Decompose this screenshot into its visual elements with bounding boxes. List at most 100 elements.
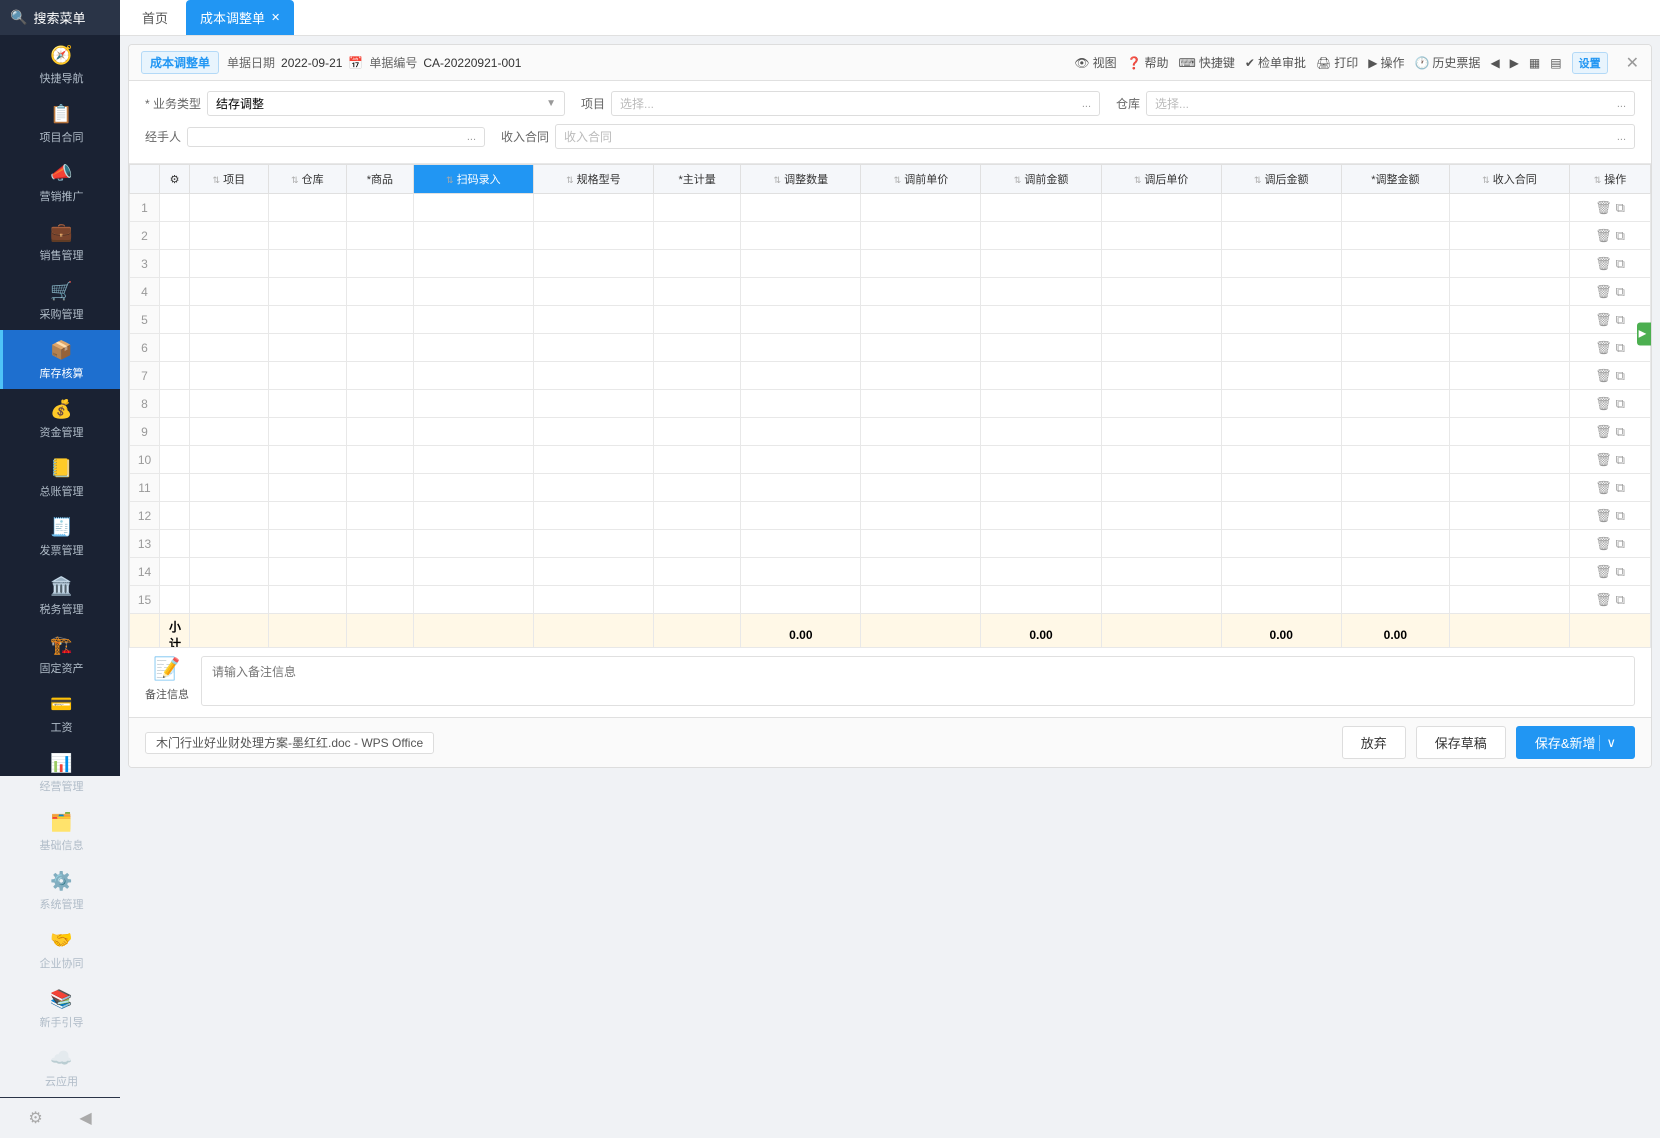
sidebar-item-invoice[interactable]: 🧾发票管理 bbox=[0, 507, 120, 566]
delete-icon[interactable]: 🗑 bbox=[1595, 396, 1612, 412]
cell-unit[interactable] bbox=[653, 250, 740, 278]
cell-prev_price[interactable] bbox=[861, 530, 981, 558]
cell-project[interactable] bbox=[190, 446, 269, 474]
cell-prev_price[interactable] bbox=[861, 446, 981, 474]
copy-icon[interactable]: ⧉ bbox=[1616, 368, 1625, 384]
cell-project[interactable] bbox=[190, 194, 269, 222]
cell-prev_amount[interactable] bbox=[981, 362, 1101, 390]
delete-icon[interactable]: 🗑 bbox=[1595, 592, 1612, 608]
cell-settings[interactable] bbox=[160, 250, 190, 278]
warehouse-field[interactable]: 选择... ... bbox=[1146, 91, 1635, 116]
income-contract-field[interactable]: 收入合同 ... bbox=[555, 124, 1635, 149]
cell-spec[interactable] bbox=[533, 418, 653, 446]
action-print[interactable]: 🖨打印 bbox=[1316, 54, 1358, 71]
business-type-field[interactable]: 结存调整 ▼ bbox=[207, 91, 565, 116]
copy-icon[interactable]: ⧉ bbox=[1616, 536, 1625, 552]
copy-icon[interactable]: ⧉ bbox=[1616, 424, 1625, 440]
cell-product[interactable] bbox=[347, 558, 414, 586]
cell-project[interactable] bbox=[190, 390, 269, 418]
copy-icon[interactable]: ⧉ bbox=[1616, 508, 1625, 524]
cell-product[interactable] bbox=[347, 222, 414, 250]
cell-prev_price[interactable] bbox=[861, 362, 981, 390]
cell-new_price[interactable] bbox=[1101, 334, 1221, 362]
cell-prev_amount[interactable] bbox=[981, 474, 1101, 502]
cell-new_price[interactable] bbox=[1101, 278, 1221, 306]
cell-adj_qty[interactable] bbox=[741, 502, 861, 530]
cell-income_contract[interactable] bbox=[1449, 558, 1569, 586]
cell-adj_qty[interactable] bbox=[741, 390, 861, 418]
cell-warehouse[interactable] bbox=[268, 558, 347, 586]
cell-unit[interactable] bbox=[653, 586, 740, 614]
cell-unit[interactable] bbox=[653, 306, 740, 334]
tab-home[interactable]: 首页 bbox=[128, 0, 182, 35]
cell-warehouse[interactable] bbox=[268, 250, 347, 278]
cell-unit[interactable] bbox=[653, 530, 740, 558]
cell-settings[interactable] bbox=[160, 222, 190, 250]
cell-income_contract[interactable] bbox=[1449, 334, 1569, 362]
cell-product[interactable] bbox=[347, 362, 414, 390]
sidebar-item-cloud[interactable]: ☁️云应用 bbox=[0, 1038, 120, 1097]
cell-prev_price[interactable] bbox=[861, 334, 981, 362]
delete-icon[interactable]: 🗑 bbox=[1595, 200, 1612, 216]
cell-prev_price[interactable] bbox=[861, 278, 981, 306]
cell-unit[interactable] bbox=[653, 446, 740, 474]
copy-icon[interactable]: ⧉ bbox=[1616, 256, 1625, 272]
cell-new_price[interactable] bbox=[1101, 558, 1221, 586]
cell-settings[interactable] bbox=[160, 446, 190, 474]
copy-icon[interactable]: ⧉ bbox=[1616, 228, 1625, 244]
taskbar-item[interactable]: 木门行业好业财处理方案-墨红红.doc - WPS Office bbox=[145, 732, 434, 754]
cell-settings[interactable] bbox=[160, 418, 190, 446]
cell-settings[interactable] bbox=[160, 278, 190, 306]
delete-icon[interactable]: 🗑 bbox=[1595, 312, 1612, 328]
cell-scan[interactable] bbox=[413, 530, 533, 558]
cell-spec[interactable] bbox=[533, 278, 653, 306]
sidebar-item-cooperation[interactable]: 🤝企业协同 bbox=[0, 920, 120, 979]
cell-income_contract[interactable] bbox=[1449, 586, 1569, 614]
tab-cost-adjustment[interactable]: 成本调整单 ✕ bbox=[186, 0, 294, 35]
delete-icon[interactable]: 🗑 bbox=[1595, 480, 1612, 496]
cell-new_amount[interactable] bbox=[1221, 250, 1341, 278]
cell-income_contract[interactable] bbox=[1449, 502, 1569, 530]
cell-product[interactable] bbox=[347, 502, 414, 530]
cell-prev_amount[interactable] bbox=[981, 306, 1101, 334]
cell-new_price[interactable] bbox=[1101, 474, 1221, 502]
action-view[interactable]: 👁视图 bbox=[1074, 54, 1116, 71]
cell-product[interactable] bbox=[347, 530, 414, 558]
cell-scan[interactable] bbox=[413, 446, 533, 474]
cell-prev_amount[interactable] bbox=[981, 278, 1101, 306]
cell-adj_amount[interactable] bbox=[1341, 446, 1449, 474]
cell-spec[interactable] bbox=[533, 474, 653, 502]
cell-warehouse[interactable] bbox=[268, 502, 347, 530]
cell-spec[interactable] bbox=[533, 334, 653, 362]
cell-unit[interactable] bbox=[653, 362, 740, 390]
delete-icon[interactable]: 🗑 bbox=[1595, 368, 1612, 384]
table-row[interactable]: 9🗑⧉ bbox=[130, 418, 1651, 446]
cell-scan[interactable] bbox=[413, 306, 533, 334]
cell-product[interactable] bbox=[347, 390, 414, 418]
cell-unit[interactable] bbox=[653, 334, 740, 362]
action-history[interactable]: 🕐历史票据 bbox=[1414, 54, 1480, 71]
cell-product[interactable] bbox=[347, 194, 414, 222]
cell-adj_qty[interactable] bbox=[741, 558, 861, 586]
cell-scan[interactable] bbox=[413, 334, 533, 362]
cell-scan[interactable] bbox=[413, 278, 533, 306]
cell-project[interactable] bbox=[190, 250, 269, 278]
action-help[interactable]: ❓帮助 bbox=[1127, 54, 1169, 71]
cell-adj_qty[interactable] bbox=[741, 586, 861, 614]
cell-product[interactable] bbox=[347, 278, 414, 306]
cell-adj_qty[interactable] bbox=[741, 278, 861, 306]
abandon-button[interactable]: 放弃 bbox=[1342, 726, 1406, 759]
cell-adj_qty[interactable] bbox=[741, 306, 861, 334]
copy-icon[interactable]: ⧉ bbox=[1616, 564, 1625, 580]
action-layout1[interactable]: ▦ bbox=[1529, 56, 1540, 70]
cell-prev_price[interactable] bbox=[861, 250, 981, 278]
cell-income_contract[interactable] bbox=[1449, 418, 1569, 446]
cell-prev_price[interactable] bbox=[861, 586, 981, 614]
table-row[interactable]: 13🗑⧉ bbox=[130, 530, 1651, 558]
cell-project[interactable] bbox=[190, 502, 269, 530]
project-field[interactable]: 选择... ... bbox=[611, 91, 1100, 116]
table-row[interactable]: 8🗑⧉ bbox=[130, 390, 1651, 418]
cell-warehouse[interactable] bbox=[268, 418, 347, 446]
cell-product[interactable] bbox=[347, 446, 414, 474]
cell-adj_amount[interactable] bbox=[1341, 306, 1449, 334]
